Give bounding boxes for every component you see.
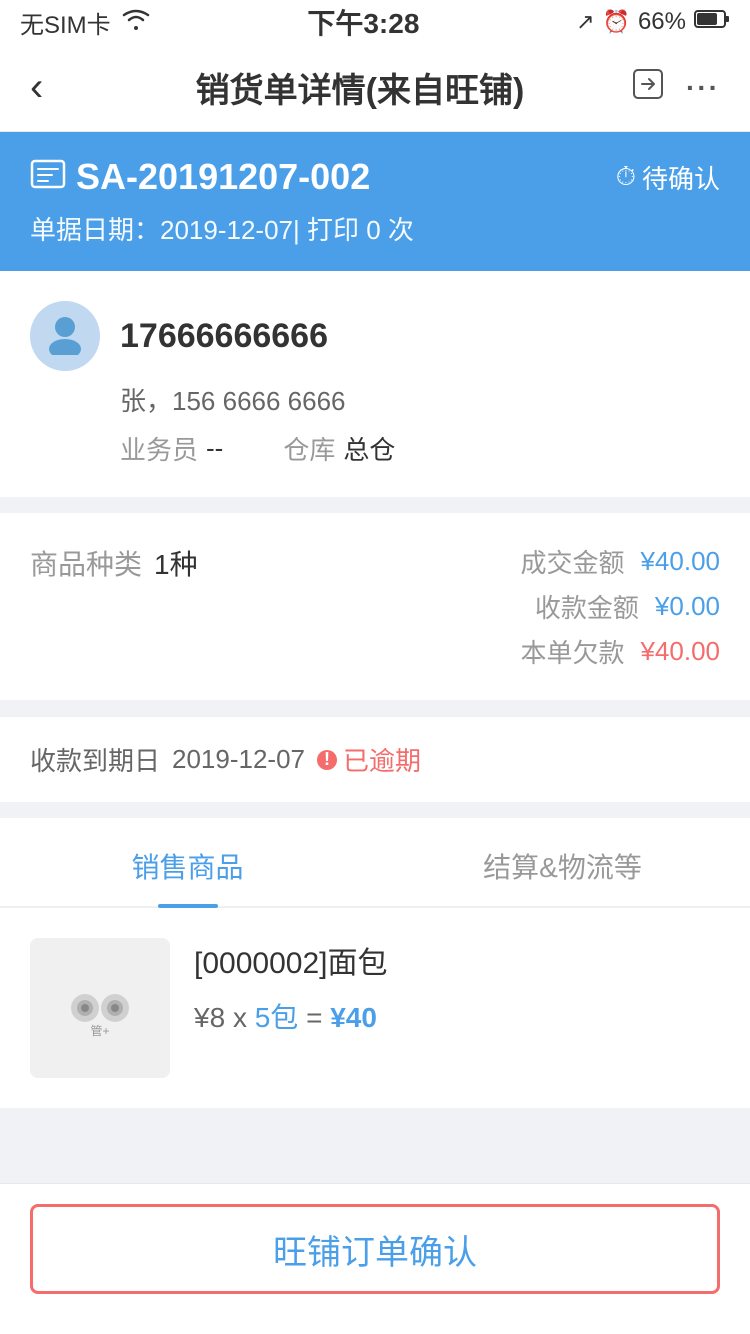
amount-row: 成交金额 ¥40.00 bbox=[520, 543, 720, 580]
salesman-label: 业务员 bbox=[120, 430, 198, 467]
warehouse-label: 仓库 bbox=[283, 430, 335, 467]
page-title: 销货单详情(来自旺铺) bbox=[90, 63, 630, 112]
order-id: SA-20191207-002 bbox=[30, 156, 370, 198]
amount-label: 成交金额 bbox=[520, 543, 624, 580]
product-thumbnail: 管+ bbox=[30, 938, 170, 1078]
tab-underline bbox=[158, 904, 218, 908]
status-left: 无SIM卡 bbox=[20, 5, 151, 40]
confirm-order-button[interactable]: 旺铺订单确认 bbox=[30, 1204, 720, 1294]
wifi-icon bbox=[121, 8, 151, 37]
svg-text:管+: 管+ bbox=[90, 1023, 109, 1038]
alarm-icon: ⏰ bbox=[603, 9, 630, 35]
customer-section: 17666666666 张，156 6666 6666 业务员 -- 仓库 总仓 bbox=[0, 271, 750, 497]
status-right: ↗ ⏰ 66% bbox=[576, 8, 730, 36]
confirm-button-label: 旺铺订单确认 bbox=[273, 1225, 477, 1274]
tabs-section: 销售商品 结算&物流等 管+ [0000002]面包 bbox=[0, 818, 750, 1108]
status-time: 下午3:28 bbox=[307, 2, 419, 42]
product-quantity: 5包 bbox=[255, 1002, 299, 1033]
salesman-item: 业务员 -- bbox=[120, 430, 223, 467]
avatar-icon bbox=[43, 311, 87, 362]
product-name: [0000002]面包 bbox=[194, 938, 720, 982]
warehouse-value: 总仓 bbox=[343, 430, 395, 467]
tab-sales-products[interactable]: 销售商品 bbox=[0, 818, 375, 906]
bottom-bar: 旺铺订单确认 bbox=[0, 1183, 750, 1334]
product-price-row: ¥8 x 5包 = ¥40 bbox=[194, 996, 720, 1036]
battery-level: 66% bbox=[638, 8, 686, 36]
amount-value: ¥40.00 bbox=[640, 546, 720, 577]
order-date-row: 单据日期：2019-12-07| 打印 0 次 bbox=[30, 210, 720, 247]
product-type-value: 1种 bbox=[154, 543, 198, 583]
summary-section: 商品种类 1种 成交金额 ¥40.00 收款金额 ¥0.00 本单欠款 ¥40.… bbox=[0, 513, 750, 700]
order-status: ⏱ 待确认 bbox=[616, 159, 720, 196]
status-clock-icon: ⏱ bbox=[616, 161, 636, 193]
product-type-label: 商品种类 bbox=[30, 543, 142, 583]
salesman-value: -- bbox=[206, 433, 223, 464]
overdue-badge: ! 已逾期 bbox=[317, 741, 421, 778]
customer-name: 张，156 6666 6666 bbox=[120, 381, 720, 418]
location-icon: ↗ bbox=[576, 9, 594, 35]
product-type: 商品种类 1种 bbox=[30, 543, 198, 583]
order-icon bbox=[30, 156, 66, 198]
product-info: [0000002]面包 ¥8 x 5包 = ¥40 bbox=[194, 938, 720, 1036]
received-row: 收款金额 ¥0.00 bbox=[535, 588, 720, 625]
due-date-section: 收款到期日 2019-12-07 ! 已逾期 bbox=[0, 716, 750, 802]
nav-actions: ··· bbox=[630, 66, 720, 109]
received-label: 收款金额 bbox=[535, 588, 639, 625]
overdue-text: 已逾期 bbox=[343, 741, 421, 778]
product-item: 管+ [0000002]面包 ¥8 x 5包 = ¥40 bbox=[0, 908, 750, 1108]
share-icon[interactable] bbox=[630, 66, 666, 109]
order-header: SA-20191207-002 ⏱ 待确认 单据日期：2019-12-07| 打… bbox=[0, 132, 750, 271]
due-date-value: 2019-12-07 bbox=[172, 744, 305, 775]
battery-icon bbox=[694, 8, 730, 36]
tab-settlement-logistics[interactable]: 结算&物流等 bbox=[375, 818, 750, 906]
customer-meta: 业务员 -- 仓库 总仓 bbox=[120, 430, 720, 467]
customer-phone: 17666666666 bbox=[120, 317, 328, 356]
received-value: ¥0.00 bbox=[655, 591, 720, 622]
overdue-icon: ! bbox=[317, 750, 337, 770]
back-button[interactable]: ‹ bbox=[30, 65, 90, 110]
more-icon[interactable]: ··· bbox=[686, 72, 720, 104]
owed-label: 本单欠款 bbox=[520, 633, 624, 670]
owed-row: 本单欠款 ¥40.00 bbox=[520, 633, 720, 670]
nav-bar: ‹ 销货单详情(来自旺铺) ··· bbox=[0, 44, 750, 132]
status-bar: 无SIM卡 下午3:28 ↗ ⏰ 66% bbox=[0, 0, 750, 44]
product-total: ¥40 bbox=[330, 1002, 377, 1033]
carrier-label: 无SIM卡 bbox=[20, 5, 111, 40]
due-date-label: 收款到期日 bbox=[30, 741, 160, 778]
status-text: 待确认 bbox=[642, 159, 720, 196]
owed-value: ¥40.00 bbox=[640, 636, 720, 667]
amounts: 成交金额 ¥40.00 收款金额 ¥0.00 本单欠款 ¥40.00 bbox=[520, 543, 720, 670]
warehouse-item: 仓库 总仓 bbox=[283, 430, 395, 467]
tabs-header: 销售商品 结算&物流等 bbox=[0, 818, 750, 908]
order-id-text: SA-20191207-002 bbox=[76, 156, 370, 198]
avatar bbox=[30, 301, 100, 371]
